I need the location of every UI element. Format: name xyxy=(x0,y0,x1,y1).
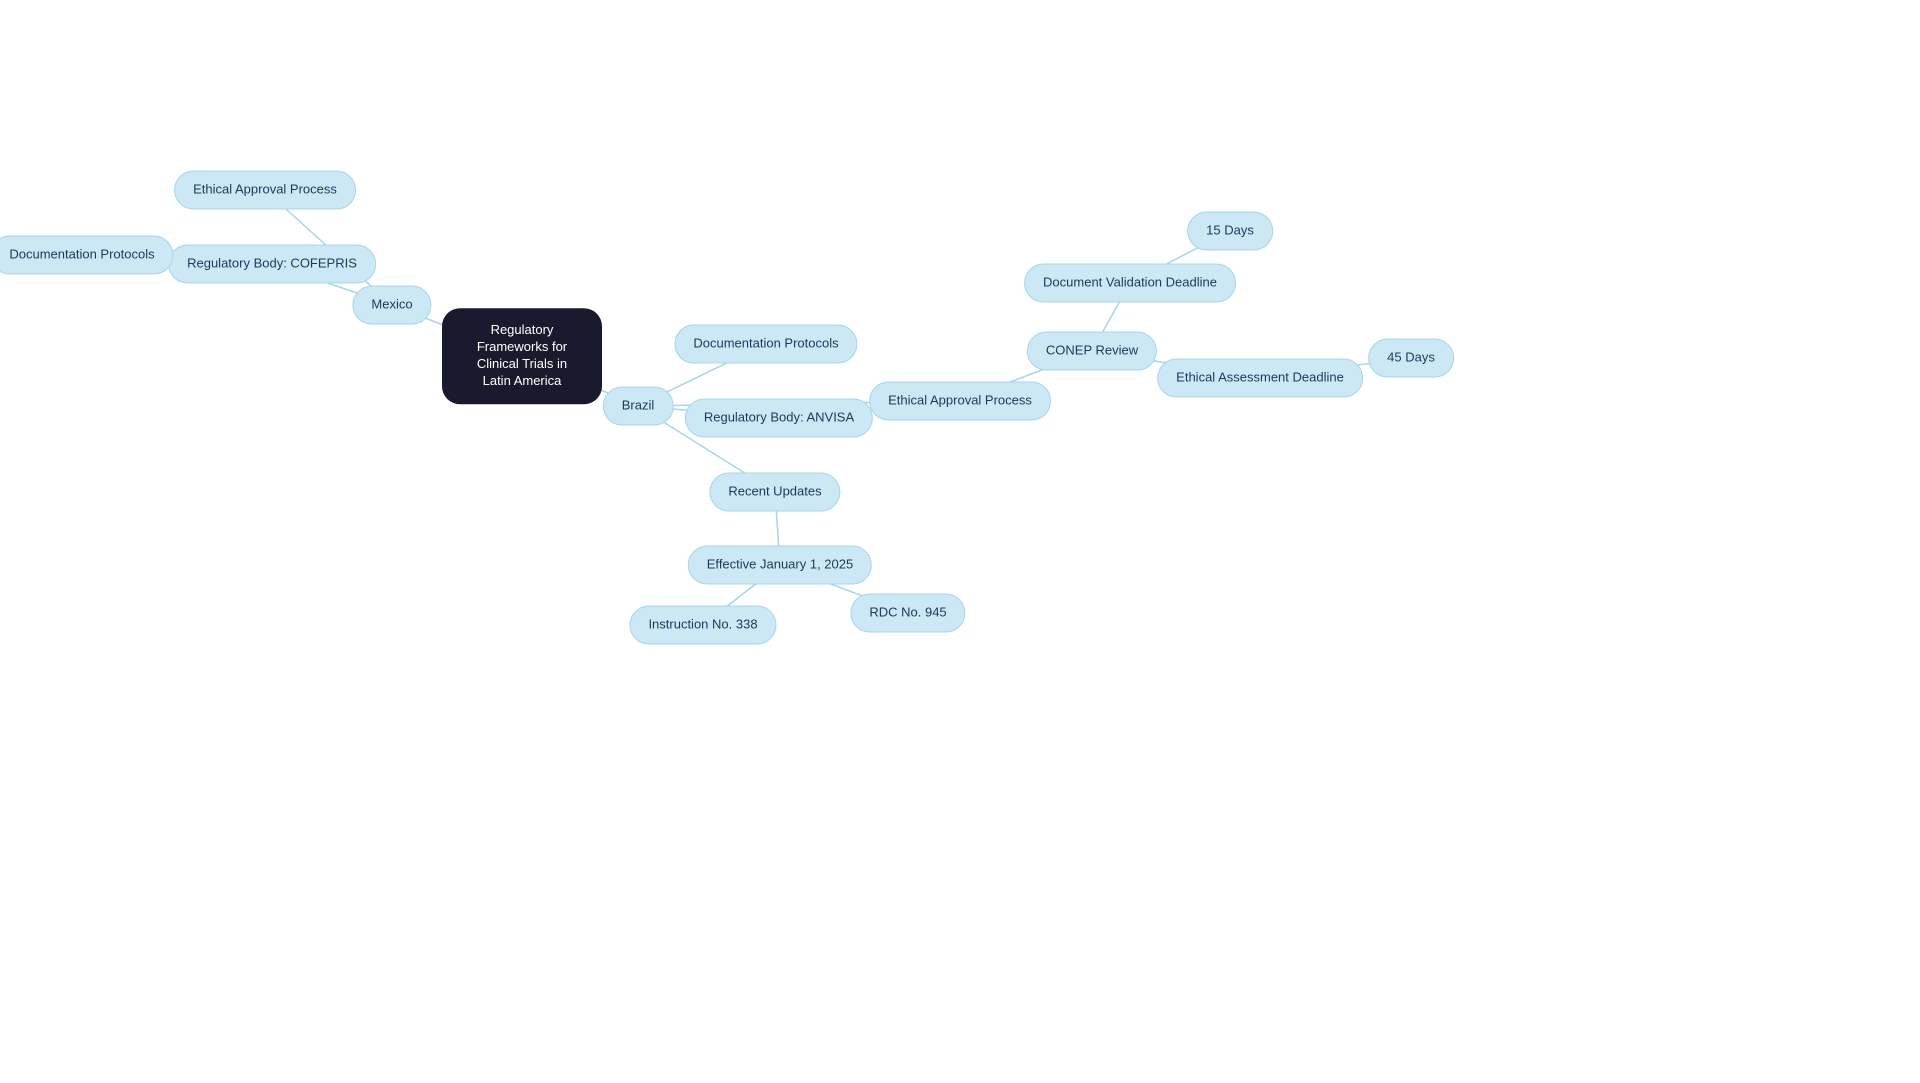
node-brazil[interactable]: Brazil xyxy=(603,387,674,426)
node-documentation_protocols_brazil[interactable]: Documentation Protocols xyxy=(674,325,857,364)
node-regulatory_anvisa[interactable]: Regulatory Body: ANVISA xyxy=(685,399,873,438)
node-mexico[interactable]: Mexico xyxy=(352,286,431,325)
node-conep_review[interactable]: CONEP Review xyxy=(1027,332,1157,371)
node-ethical_approval_brazil[interactable]: Ethical Approval Process xyxy=(869,382,1051,421)
node-doc_validation[interactable]: Document Validation Deadline xyxy=(1024,264,1236,303)
node-ethical_assessment[interactable]: Ethical Assessment Deadline xyxy=(1157,359,1363,398)
node-days_15[interactable]: 15 Days xyxy=(1187,212,1273,251)
node-ethical_approval_mexico[interactable]: Ethical Approval Process xyxy=(174,171,356,210)
node-rdc_945[interactable]: RDC No. 945 xyxy=(850,594,965,633)
node-regulatory_cofepris[interactable]: Regulatory Body: COFEPRIS xyxy=(168,245,376,284)
node-instruction_338[interactable]: Instruction No. 338 xyxy=(629,606,776,645)
mindmap-canvas: Regulatory Frameworks for Clinical Trial… xyxy=(0,0,1920,1083)
node-days_45[interactable]: 45 Days xyxy=(1368,339,1454,378)
node-center[interactable]: Regulatory Frameworks for Clinical Trial… xyxy=(442,308,602,404)
connection-lines xyxy=(0,0,1920,1083)
node-effective_jan[interactable]: Effective January 1, 2025 xyxy=(688,546,872,585)
node-recent_updates[interactable]: Recent Updates xyxy=(709,473,840,512)
node-documentation_protocols_mexico[interactable]: Documentation Protocols xyxy=(0,236,174,275)
